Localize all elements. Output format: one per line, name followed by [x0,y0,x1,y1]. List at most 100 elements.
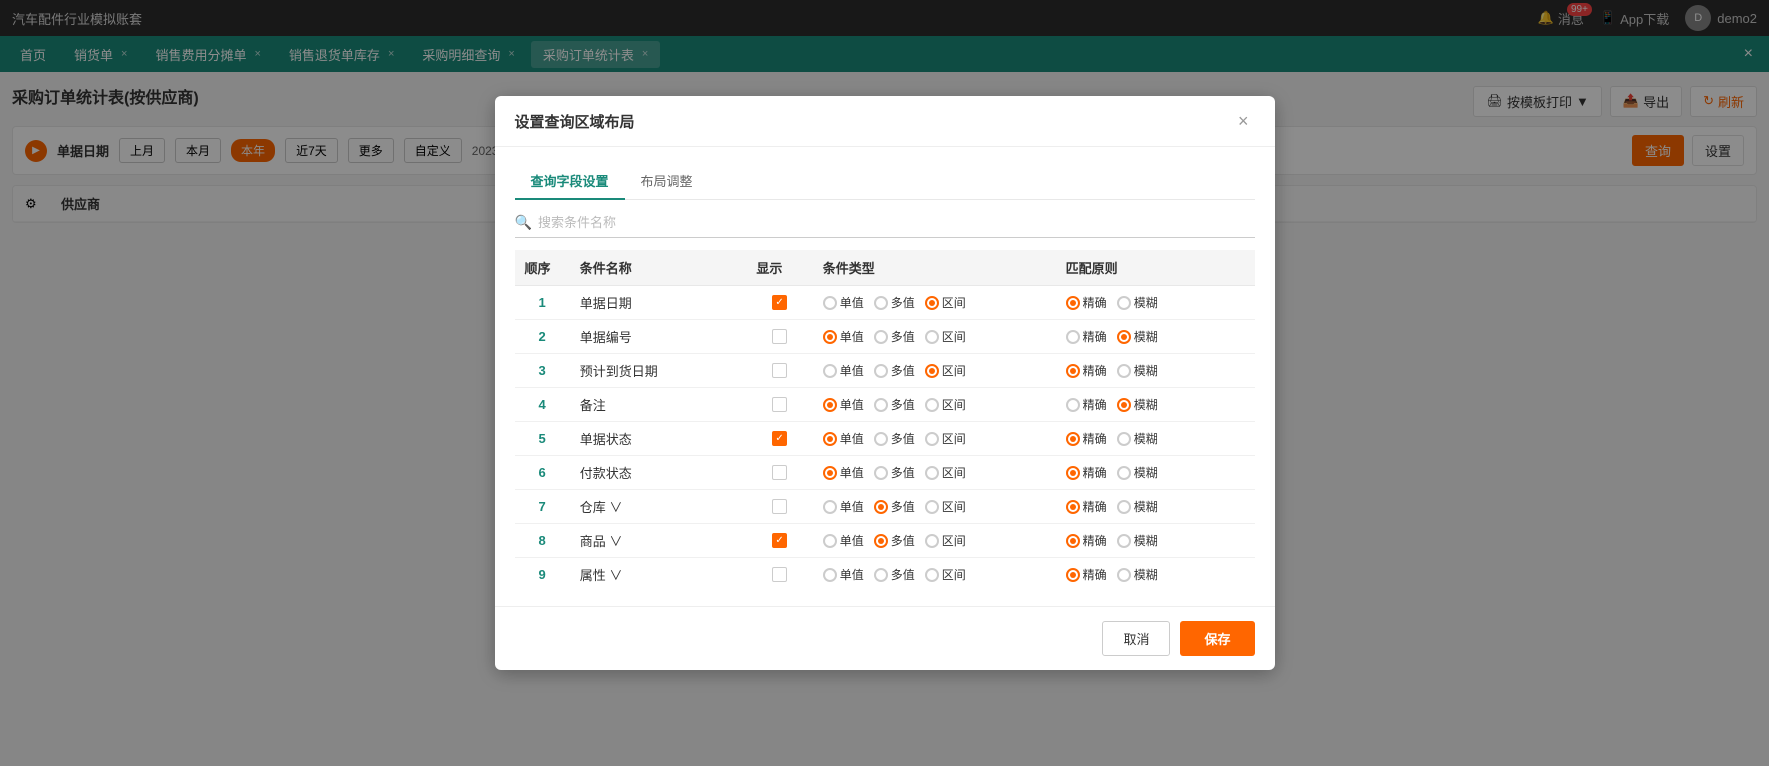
radio-label: 精确 [1083,464,1107,481]
row-checkbox[interactable] [772,567,787,582]
radio-type-单值[interactable]: 单值 [823,464,864,481]
radio-type-多值[interactable]: 多值 [874,328,915,345]
radio-label: 区间 [942,328,966,345]
radio-match-模糊[interactable]: 模糊 [1117,532,1158,549]
radio-type-多值[interactable]: 多值 [874,294,915,311]
radio-type-单值[interactable]: 单值 [823,430,864,447]
radio-match-精确[interactable]: 精确 [1066,328,1107,345]
row-checkbox[interactable] [772,465,787,480]
table-row: 9属性 ∨单值多值区间精确模糊 [515,558,1255,591]
radio-label: 多值 [891,566,915,583]
radio-dot [874,398,888,412]
radio-type-单值[interactable]: 单值 [823,566,864,583]
radio-type-多值[interactable]: 多值 [874,430,915,447]
row-checkbox[interactable] [772,295,787,310]
radio-type-区间[interactable]: 区间 [925,328,966,345]
radio-match-模糊[interactable]: 模糊 [1117,396,1158,413]
radio-type-单值[interactable]: 单值 [823,328,864,345]
radio-match-精确[interactable]: 精确 [1066,430,1107,447]
radio-dot [1117,364,1131,378]
radio-match-精确[interactable]: 精确 [1066,396,1107,413]
radio-dot [823,466,837,480]
radio-label: 模糊 [1134,464,1158,481]
row-order: 8 [515,524,570,558]
radio-type-区间[interactable]: 区间 [925,532,966,549]
radio-match-模糊[interactable]: 模糊 [1117,498,1158,515]
radio-dot [1066,568,1080,582]
row-order: 5 [515,422,570,456]
radio-label: 精确 [1083,396,1107,413]
radio-type-单值[interactable]: 单值 [823,362,864,379]
radio-match-精确[interactable]: 精确 [1066,464,1107,481]
radio-dot [1066,364,1080,378]
row-checkbox[interactable] [772,363,787,378]
row-type-cell: 单值多值区间 [813,286,1056,320]
radio-match-模糊[interactable]: 模糊 [1117,328,1158,345]
radio-label: 多值 [891,362,915,379]
save-btn[interactable]: 保存 [1180,621,1254,656]
tab-query-fields[interactable]: 查询字段设置 [515,163,625,200]
radio-label: 多值 [891,328,915,345]
radio-type-多值[interactable]: 多值 [874,498,915,515]
radio-label: 区间 [942,566,966,583]
radio-type-区间[interactable]: 区间 [925,362,966,379]
radio-dot [874,534,888,548]
radio-dot [1066,534,1080,548]
radio-dot [874,500,888,514]
row-checkbox-cell [746,490,812,524]
row-order: 7 [515,490,570,524]
radio-dot [823,534,837,548]
row-checkbox[interactable] [772,533,787,548]
radio-match-模糊[interactable]: 模糊 [1117,362,1158,379]
row-checkbox-cell [746,524,812,558]
radio-label: 多值 [891,396,915,413]
radio-label: 精确 [1083,328,1107,345]
radio-type-多值[interactable]: 多值 [874,464,915,481]
row-checkbox-cell [746,422,812,456]
radio-match-精确[interactable]: 精确 [1066,294,1107,311]
row-checkbox[interactable] [772,329,787,344]
radio-type-单值[interactable]: 单值 [823,532,864,549]
tab-layout[interactable]: 布局调整 [625,163,709,200]
radio-type-区间[interactable]: 区间 [925,430,966,447]
radio-match-精确[interactable]: 精确 [1066,362,1107,379]
radio-type-区间[interactable]: 区间 [925,396,966,413]
radio-match-模糊[interactable]: 模糊 [1117,566,1158,583]
row-checkbox[interactable] [772,397,787,412]
row-checkbox-cell [746,320,812,354]
row-type-cell: 单值多值区间 [813,456,1056,490]
radio-type-多值[interactable]: 多值 [874,532,915,549]
radio-label: 单值 [840,532,864,549]
radio-match-精确[interactable]: 精确 [1066,532,1107,549]
radio-label: 模糊 [1134,566,1158,583]
search-input[interactable] [538,215,1255,230]
dialog-tabs: 查询字段设置 布局调整 [515,163,1255,200]
radio-match-精确[interactable]: 精确 [1066,566,1107,583]
radio-type-多值[interactable]: 多值 [874,396,915,413]
radio-label: 区间 [942,396,966,413]
radio-type-区间[interactable]: 区间 [925,498,966,515]
dialog-close-btn[interactable]: × [1232,110,1255,132]
radio-type-区间[interactable]: 区间 [925,294,966,311]
radio-type-多值[interactable]: 多值 [874,566,915,583]
radio-type-单值[interactable]: 单值 [823,396,864,413]
radio-match-模糊[interactable]: 模糊 [1117,464,1158,481]
radio-dot [1117,466,1131,480]
row-checkbox[interactable] [772,499,787,514]
radio-dot [1117,296,1131,310]
radio-label: 精确 [1083,430,1107,447]
settings-table: 顺序 条件名称 显示 条件类型 匹配原则 1单据日期单值多值区间精确模糊2单据编… [515,250,1255,590]
radio-dot [874,466,888,480]
radio-type-区间[interactable]: 区间 [925,464,966,481]
table-row: 8商品 ∨单值多值区间精确模糊 [515,524,1255,558]
radio-match-模糊[interactable]: 模糊 [1117,430,1158,447]
radio-type-区间[interactable]: 区间 [925,566,966,583]
radio-match-精确[interactable]: 精确 [1066,498,1107,515]
radio-dot [874,568,888,582]
cancel-btn[interactable]: 取消 [1102,621,1170,656]
radio-type-单值[interactable]: 单值 [823,498,864,515]
radio-type-多值[interactable]: 多值 [874,362,915,379]
radio-type-单值[interactable]: 单值 [823,294,864,311]
radio-match-模糊[interactable]: 模糊 [1117,294,1158,311]
row-checkbox[interactable] [772,431,787,446]
